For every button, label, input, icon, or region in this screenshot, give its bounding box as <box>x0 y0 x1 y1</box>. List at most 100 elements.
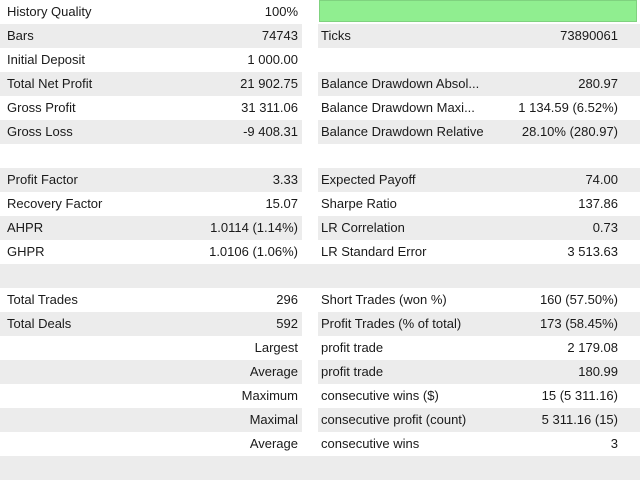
row-right-section: LR Standard Error 3 513.63 <box>318 240 640 264</box>
right-metric-label: Balance Drawdown Maxi... <box>321 100 475 115</box>
column-gap <box>302 336 318 360</box>
right-metric-label: profit trade <box>321 364 384 379</box>
row-left-section: AHPR 1.0114 (1.14%) <box>0 216 302 240</box>
left-metric-value: 100% <box>264 4 298 19</box>
right-metric-value: 74.00 <box>585 172 618 187</box>
right-metric-value: 28.10% (280.97) <box>521 124 618 139</box>
table-row: Maximal consecutive profit (count) 5 311… <box>0 408 640 432</box>
separator-row <box>0 144 640 168</box>
row-left-section: Total Trades 296 <box>0 288 302 312</box>
table-row: Total Trades 296 Short Trades (won %) 16… <box>0 288 640 312</box>
table-row: Profit Factor 3.33 Expected Payoff 74.00 <box>0 168 640 192</box>
column-gap <box>302 408 318 432</box>
table-row: Bars 74743 Ticks 73890061 <box>0 24 640 48</box>
right-metric-value: 280.97 <box>578 76 618 91</box>
separator-row <box>0 264 640 288</box>
left-metric-value: Maximum <box>241 388 298 403</box>
row-right-section: consecutive wins ($) 15 (5 311.16) <box>318 384 640 408</box>
row-right-section: consecutive profit (count) 5 311.16 (15) <box>318 408 640 432</box>
table-row: Total Net Profit 21 902.75 Balance Drawd… <box>0 72 640 96</box>
right-metric-label: Sharpe Ratio <box>321 196 397 211</box>
right-metric-value: 137.86 <box>578 196 618 211</box>
row-left-section: Gross Profit 31 311.06 <box>0 96 302 120</box>
column-gap <box>302 240 318 264</box>
left-metric-label: AHPR <box>7 220 44 235</box>
row-right-section: Balance Drawdown Maxi... 1 134.59 (6.52%… <box>318 96 640 120</box>
right-metric-label: Balance Drawdown Absol... <box>321 76 480 91</box>
left-metric-value: Largest <box>254 340 298 355</box>
row-left-section: GHPR 1.0106 (1.06%) <box>0 240 302 264</box>
left-metric-label: Gross Loss <box>7 124 73 139</box>
row-left-section: Average <box>0 360 302 384</box>
row-left-section: Total Deals 592 <box>0 312 302 336</box>
left-metric-value: Average <box>249 364 298 379</box>
left-metric-label: Bars <box>7 28 34 43</box>
table-row: Gross Loss -9 408.31 Balance Drawdown Re… <box>0 120 640 144</box>
table-row: Initial Deposit 1 000.00 <box>0 48 640 72</box>
row-right-section: LR Correlation 0.73 <box>318 216 640 240</box>
right-metric-value <box>618 48 640 72</box>
right-metric-value: 5 311.16 (15) <box>541 412 618 427</box>
right-metric-value: 73890061 <box>560 28 618 43</box>
left-metric-label: Gross Profit <box>7 100 76 115</box>
right-metric-label: Balance Drawdown Relative <box>321 124 484 139</box>
right-metric-value: 180.99 <box>578 364 618 379</box>
row-right-section: Balance Drawdown Relative 28.10% (280.97… <box>318 120 640 144</box>
right-metric-label: Ticks <box>321 28 351 43</box>
left-metric-label <box>0 360 250 384</box>
left-metric-label <box>0 432 250 456</box>
left-metric-value: Average <box>249 436 298 451</box>
right-metric-label <box>318 48 618 72</box>
left-metric-value: 1.0114 (1.14%) <box>210 220 298 235</box>
right-metric-label: LR Standard Error <box>321 244 427 259</box>
table-row: Gross Profit 31 311.06 Balance Drawdown … <box>0 96 640 120</box>
left-metric-value: -9 408.31 <box>243 124 298 139</box>
column-gap <box>302 288 318 312</box>
left-metric-label: Recovery Factor <box>7 196 103 211</box>
left-metric-label: Profit Factor <box>7 172 78 187</box>
left-metric-label: Initial Deposit <box>7 52 86 67</box>
row-left-section: Initial Deposit 1 000.00 <box>0 48 302 72</box>
right-metric-value: 3 <box>610 436 618 451</box>
table-row: Average consecutive wins 3 <box>0 432 640 456</box>
left-metric-value: 21 902.75 <box>240 76 298 91</box>
left-metric-value: 1.0106 (1.06%) <box>209 244 298 259</box>
row-right-section <box>318 0 640 24</box>
row-right-section: profit trade 180.99 <box>318 360 640 384</box>
column-gap <box>302 24 318 48</box>
column-gap <box>302 96 318 120</box>
left-metric-value: Maximal <box>249 412 298 427</box>
left-metric-value: 3.33 <box>272 172 298 187</box>
left-metric-value: 74743 <box>261 28 298 43</box>
left-metric-value: 592 <box>276 316 298 331</box>
table-row: History Quality 100% <box>0 0 640 24</box>
left-metric-label: GHPR <box>7 244 45 259</box>
row-right-section: Short Trades (won %) 160 (57.50%) <box>318 288 640 312</box>
row-left-section: Profit Factor 3.33 <box>0 168 302 192</box>
table-row: Total Deals 592 Profit Trades (% of tota… <box>0 312 640 336</box>
right-metric-label: consecutive wins <box>321 436 420 451</box>
right-metric-label: consecutive profit (count) <box>321 412 467 427</box>
report-table: History Quality 100% Bars 74743 Ticks 73… <box>0 0 640 480</box>
right-metric-label: Expected Payoff <box>321 172 416 187</box>
column-gap <box>302 168 318 192</box>
left-metric-label: Total Deals <box>7 316 72 331</box>
table-row: Maximum consecutive wins ($) 15 (5 311.1… <box>0 384 640 408</box>
column-gap <box>302 216 318 240</box>
row-left-section: Gross Loss -9 408.31 <box>0 120 302 144</box>
left-metric-label <box>0 336 255 360</box>
right-metric-label: profit trade <box>321 340 384 355</box>
table-row: Largest profit trade 2 179.08 <box>0 336 640 360</box>
row-right-section: profit trade 2 179.08 <box>318 336 640 360</box>
right-metric-value: 15 (5 311.16) <box>541 388 618 403</box>
left-metric-label: History Quality <box>7 4 92 19</box>
row-left-section: Maximum <box>0 384 302 408</box>
left-metric-value: 31 311.06 <box>241 100 298 115</box>
right-metric-value: 173 (58.45%) <box>539 316 618 331</box>
row-left-section: Maximal <box>0 408 302 432</box>
row-right-section: Profit Trades (% of total) 173 (58.45%) <box>318 312 640 336</box>
table-row: GHPR 1.0106 (1.06%) LR Standard Error 3 … <box>0 240 640 264</box>
row-left-section: Recovery Factor 15.07 <box>0 192 302 216</box>
column-gap <box>302 192 318 216</box>
row-right-section: Sharpe Ratio 137.86 <box>318 192 640 216</box>
